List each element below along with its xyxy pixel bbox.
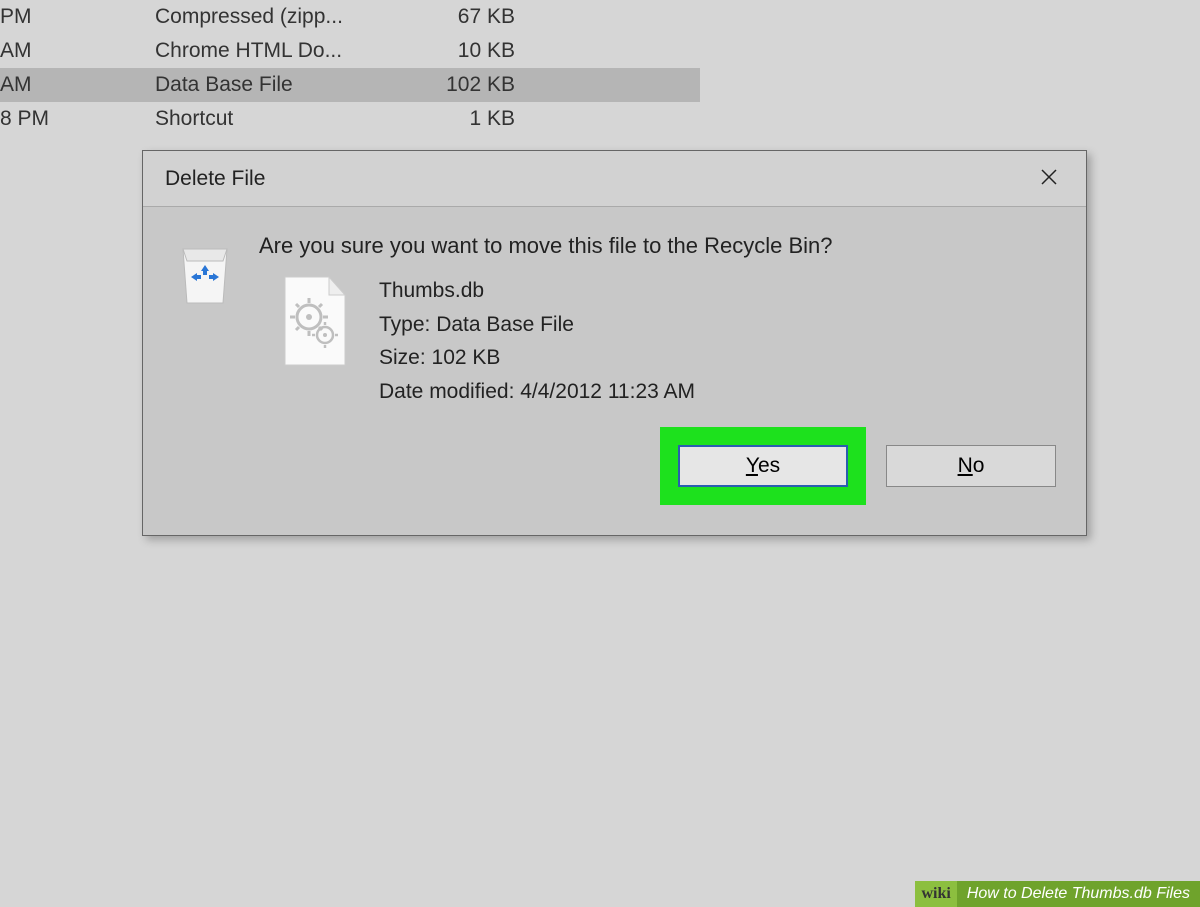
file-type: Type: Data Base File <box>379 309 695 341</box>
caption-bar: wiki How to Delete Thumbs.db Files <box>915 881 1200 907</box>
table-row[interactable]: PM Compressed (zipp... 67 KB <box>0 0 700 34</box>
delete-file-dialog: Delete File Are you sure you want to mov… <box>142 150 1087 536</box>
cell-type: Shortcut <box>155 107 425 131</box>
yes-button[interactable]: Yes <box>678 445 848 487</box>
file-size: Size: 102 KB <box>379 342 695 374</box>
table-row[interactable]: AM Chrome HTML Do... 10 KB <box>0 34 700 68</box>
table-row[interactable]: 8 PM Shortcut 1 KB <box>0 102 700 136</box>
file-name: Thumbs.db <box>379 275 695 307</box>
instruction-highlight: Yes <box>660 427 866 505</box>
caption-text: How to Delete Thumbs.db Files <box>957 881 1200 907</box>
cell-size: 1 KB <box>425 107 515 131</box>
wikihow-logo: wiki <box>915 881 956 907</box>
cell-size: 102 KB <box>425 73 515 97</box>
cell-time: 8 PM <box>0 107 155 131</box>
dialog-title: Delete File <box>165 167 265 191</box>
no-button[interactable]: No <box>886 445 1056 487</box>
cell-type: Compressed (zipp... <box>155 5 425 29</box>
cell-time: PM <box>0 5 155 29</box>
cell-type: Data Base File <box>155 73 425 97</box>
dialog-body: Are you sure you want to move this file … <box>143 206 1086 535</box>
file-icon <box>279 275 351 367</box>
cell-time: AM <box>0 39 155 63</box>
cell-type: Chrome HTML Do... <box>155 39 425 63</box>
file-metadata: Thumbs.db Type: Data Base File Size: 102… <box>379 275 695 409</box>
cell-size: 67 KB <box>425 5 515 29</box>
table-row-selected[interactable]: AM Data Base File 102 KB <box>0 68 700 102</box>
dialog-titlebar[interactable]: Delete File <box>143 151 1086 206</box>
close-icon[interactable] <box>1030 162 1068 196</box>
cell-size: 10 KB <box>425 39 515 63</box>
file-modified: Date modified: 4/4/2012 11:23 AM <box>379 376 695 408</box>
recycle-bin-icon <box>173 237 237 307</box>
file-list: PM Compressed (zipp... 67 KB AM Chrome H… <box>0 0 700 136</box>
dialog-button-row: Yes No <box>173 427 1056 505</box>
dialog-question: Are you sure you want to move this file … <box>259 233 1056 259</box>
cell-time: AM <box>0 73 155 97</box>
